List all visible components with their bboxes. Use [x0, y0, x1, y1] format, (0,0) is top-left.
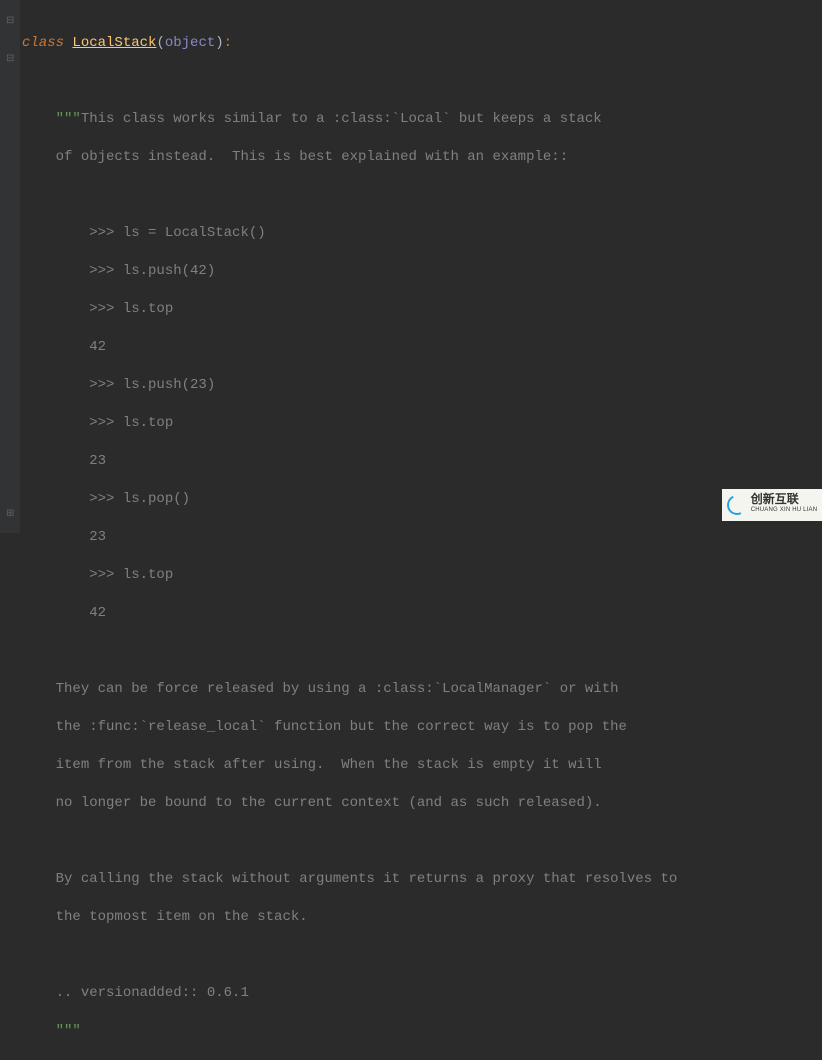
docstring-text: item from the stack after using. When th… [56, 757, 602, 773]
class-name: LocalStack [72, 35, 156, 51]
docstring-text: the :func:`release_local` function but t… [56, 719, 627, 735]
code-line: 23 [22, 452, 677, 471]
code-line: """ [22, 1022, 677, 1041]
docstring-example: 42 [89, 339, 106, 355]
fold-icon[interactable]: ⊟ [6, 55, 15, 64]
docstring-text: no longer be bound to the current contex… [56, 795, 602, 811]
code-line: >>> ls.pop() [22, 490, 677, 509]
code-line: 42 [22, 338, 677, 357]
docstring-text: This class works similar to a :class:`Lo… [81, 111, 602, 127]
colon: : [224, 35, 232, 51]
docstring-example: >>> ls.push(42) [89, 263, 215, 279]
docstring-quotes: """ [56, 1023, 81, 1039]
keyword-class: class [22, 35, 72, 51]
docstring-text: By calling the stack without arguments i… [56, 871, 678, 887]
code-line: >>> ls.top [22, 414, 677, 433]
code-line: They can be force released by using a :c… [22, 680, 677, 699]
docstring-example: >>> ls.top [89, 415, 173, 431]
code-line: """This class works similar to a :class:… [22, 110, 677, 129]
docstring-example: 23 [89, 453, 106, 469]
docstring-text: They can be force released by using a :c… [56, 681, 619, 697]
logo-text-cn: 创新互联 [751, 494, 818, 505]
builtin-object: object [165, 35, 215, 51]
docstring-version: .. versionadded:: 0.6.1 [56, 985, 249, 1001]
gutter: ⊟ ⊟ ⊞ ⊟ [0, 0, 20, 533]
code-line: >>> ls.top [22, 566, 677, 585]
code-line: item from the stack after using. When th… [22, 756, 677, 775]
code-line: class LocalStack(object): [22, 34, 677, 53]
code-area[interactable]: class LocalStack(object): """This class … [22, 15, 677, 1060]
code-line: >>> ls.top [22, 300, 677, 319]
docstring-example: 42 [89, 605, 106, 621]
docstring-example: >>> ls.top [89, 301, 173, 317]
code-line: By calling the stack without arguments i… [22, 870, 677, 889]
code-line: no longer be bound to the current contex… [22, 794, 677, 813]
logo-text-en: CHUANG XIN HU LIAN [751, 505, 818, 516]
docstring-example: >>> ls = LocalStack() [89, 225, 265, 241]
code-line: >>> ls = LocalStack() [22, 224, 677, 243]
docstring-example: 23 [89, 529, 106, 545]
code-line: >>> ls.push(23) [22, 376, 677, 395]
code-line: the topmost item on the stack. [22, 908, 677, 927]
docstring-example: >>> ls.pop() [89, 491, 190, 507]
watermark-logo: 创新互联 CHUANG XIN HU LIAN [722, 489, 822, 521]
paren: ( [156, 35, 164, 51]
docstring-text: the topmost item on the stack. [56, 909, 308, 925]
docstring-text: of objects instead. This is best explain… [56, 149, 568, 165]
paren: ) [215, 35, 223, 51]
docstring-quotes: """ [56, 111, 81, 127]
logo-swirl-icon [724, 492, 750, 518]
code-line: the :func:`release_local` function but t… [22, 718, 677, 737]
code-line: 42 [22, 604, 677, 623]
code-line: of objects instead. This is best explain… [22, 148, 677, 167]
code-line: >>> ls.push(42) [22, 262, 677, 281]
docstring-example: >>> ls.push(23) [89, 377, 215, 393]
docstring-example: >>> ls.top [89, 567, 173, 583]
code-line: 23 [22, 528, 677, 547]
fold-icon[interactable]: ⊟ [6, 17, 15, 26]
code-line: .. versionadded:: 0.6.1 [22, 984, 677, 1003]
